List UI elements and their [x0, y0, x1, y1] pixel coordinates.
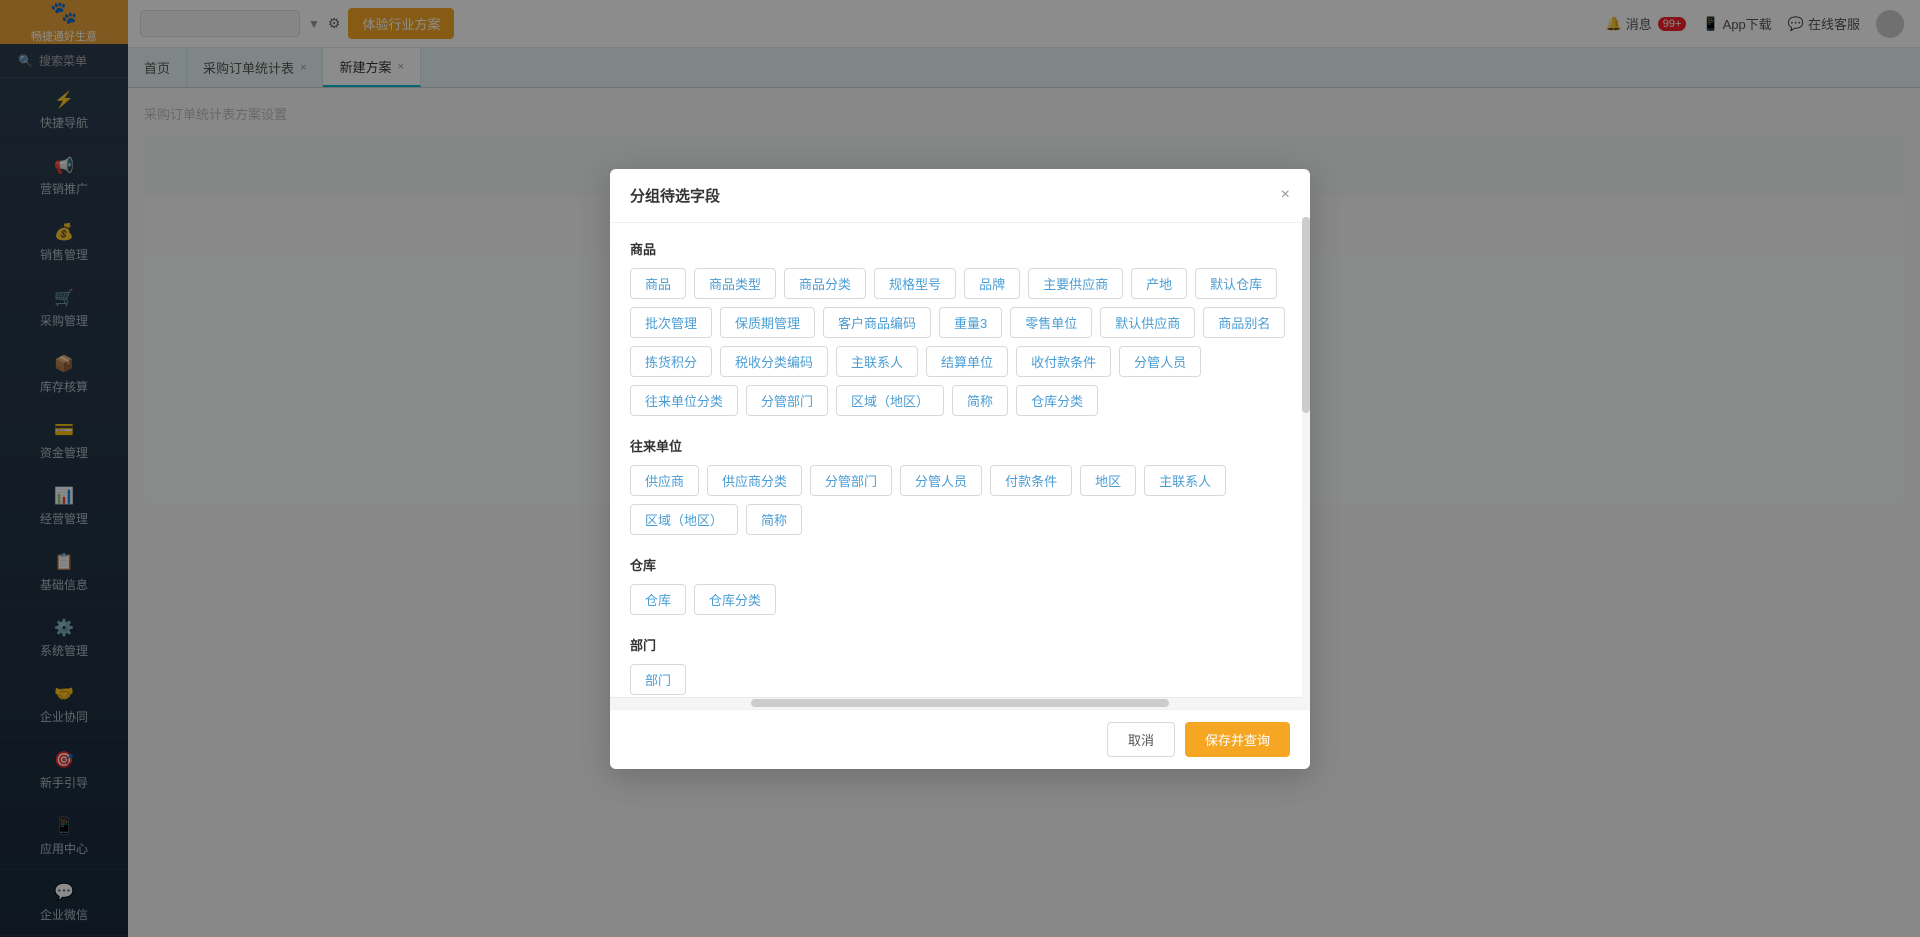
field-tag-supplier-category[interactable]: 供应商分类 — [707, 465, 802, 496]
section-counterparty-title: 往来单位 — [630, 436, 1290, 455]
field-tag-origin[interactable]: 产地 — [1131, 268, 1187, 299]
field-tag-goods[interactable]: 商品 — [630, 268, 686, 299]
field-tag-region-goods[interactable]: 区域（地区） — [836, 385, 944, 416]
field-tag-batch-mgmt[interactable]: 批次管理 — [630, 307, 712, 338]
field-tag-supervisor[interactable]: 分管人员 — [1119, 346, 1201, 377]
modal-body: 商品 商品 商品类型 商品分类 规格型号 品牌 主要供应商 产地 默认仓库 批次… — [610, 223, 1310, 697]
field-tag-warehouse-category[interactable]: 仓库分类 — [1016, 385, 1098, 416]
field-tag-partner-category[interactable]: 往来单位分类 — [630, 385, 738, 416]
field-tag-retail-unit[interactable]: 零售单位 — [1010, 307, 1092, 338]
confirm-button[interactable]: 保存并查询 — [1185, 722, 1290, 757]
field-tag-region[interactable]: 地区 — [1080, 465, 1136, 496]
field-tag-main-contact[interactable]: 主联系人 — [836, 346, 918, 377]
field-tag-main-contact-cp[interactable]: 主联系人 — [1144, 465, 1226, 496]
field-tag-spec-model[interactable]: 规格型号 — [874, 268, 956, 299]
field-tag-shelf-life[interactable]: 保质期管理 — [720, 307, 815, 338]
section-department-title: 部门 — [630, 635, 1290, 654]
field-tag-abbr-cp[interactable]: 简称 — [746, 504, 802, 535]
modal-overlay: 分组待选字段 × 商品 商品 商品类型 商品分类 规格型号 品牌 主要供应商 产… — [0, 0, 1920, 937]
section-goods-title: 商品 — [630, 239, 1290, 258]
modal-scrollbar-thumb — [751, 699, 1169, 707]
field-tag-main-supplier[interactable]: 主要供应商 — [1028, 268, 1123, 299]
field-tag-payment-terms[interactable]: 收付款条件 — [1016, 346, 1111, 377]
section-department: 部门 部门 — [630, 635, 1290, 695]
field-tag-warehouse-cat[interactable]: 仓库分类 — [694, 584, 776, 615]
field-tag-dept-in-charge[interactable]: 分管部门 — [746, 385, 828, 416]
section-goods: 商品 商品 商品类型 商品分类 规格型号 品牌 主要供应商 产地 默认仓库 批次… — [630, 239, 1290, 416]
field-tag-department[interactable]: 部门 — [630, 664, 686, 695]
modal-footer: 取消 保存并查询 — [610, 709, 1310, 769]
section-department-tags: 部门 — [630, 664, 1290, 695]
field-tag-weight3[interactable]: 重量3 — [939, 307, 1002, 338]
field-tag-dept-charge[interactable]: 分管部门 — [810, 465, 892, 496]
cancel-button[interactable]: 取消 — [1107, 722, 1175, 757]
modal-header: 分组待选字段 × — [610, 169, 1310, 223]
field-tag-goods-category[interactable]: 商品分类 — [784, 268, 866, 299]
field-tag-abbr-goods[interactable]: 简称 — [952, 385, 1008, 416]
field-tag-tax-code[interactable]: 税收分类编码 — [720, 346, 828, 377]
section-warehouse: 仓库 仓库 仓库分类 — [630, 555, 1290, 615]
section-goods-tags: 商品 商品类型 商品分类 规格型号 品牌 主要供应商 产地 默认仓库 批次管理 … — [630, 268, 1290, 416]
field-tag-pick-points[interactable]: 拣货积分 — [630, 346, 712, 377]
field-tag-goods-alias[interactable]: 商品别名 — [1203, 307, 1285, 338]
section-counterparty-tags: 供应商 供应商分类 分管部门 分管人员 付款条件 地区 主联系人 区域（地区） … — [630, 465, 1290, 535]
modal-title: 分组待选字段 — [630, 185, 720, 206]
section-warehouse-tags: 仓库 仓库分类 — [630, 584, 1290, 615]
field-tag-warehouse[interactable]: 仓库 — [630, 584, 686, 615]
field-tag-settlement-unit[interactable]: 结算单位 — [926, 346, 1008, 377]
field-tag-brand[interactable]: 品牌 — [964, 268, 1020, 299]
field-tag-supplier[interactable]: 供应商 — [630, 465, 699, 496]
section-warehouse-title: 仓库 — [630, 555, 1290, 574]
field-tag-goods-type[interactable]: 商品类型 — [694, 268, 776, 299]
modal-field-selector: 分组待选字段 × 商品 商品 商品类型 商品分类 规格型号 品牌 主要供应商 产… — [610, 169, 1310, 769]
section-counterparty: 往来单位 供应商 供应商分类 分管部门 分管人员 付款条件 地区 主联系人 区域… — [630, 436, 1290, 535]
field-tag-default-supplier[interactable]: 默认供应商 — [1100, 307, 1195, 338]
field-tag-customer-code[interactable]: 客户商品编码 — [823, 307, 931, 338]
field-tag-staff-charge[interactable]: 分管人员 — [900, 465, 982, 496]
modal-vscroll-thumb — [1302, 217, 1310, 414]
modal-close-button[interactable]: × — [1281, 186, 1290, 204]
field-tag-payment-cond[interactable]: 付款条件 — [990, 465, 1072, 496]
modal-vertical-scrollbar[interactable] — [1302, 217, 1310, 709]
field-tag-region-cp[interactable]: 区域（地区） — [630, 504, 738, 535]
field-tag-default-warehouse[interactable]: 默认仓库 — [1195, 268, 1277, 299]
modal-horizontal-scrollbar[interactable] — [610, 697, 1310, 709]
